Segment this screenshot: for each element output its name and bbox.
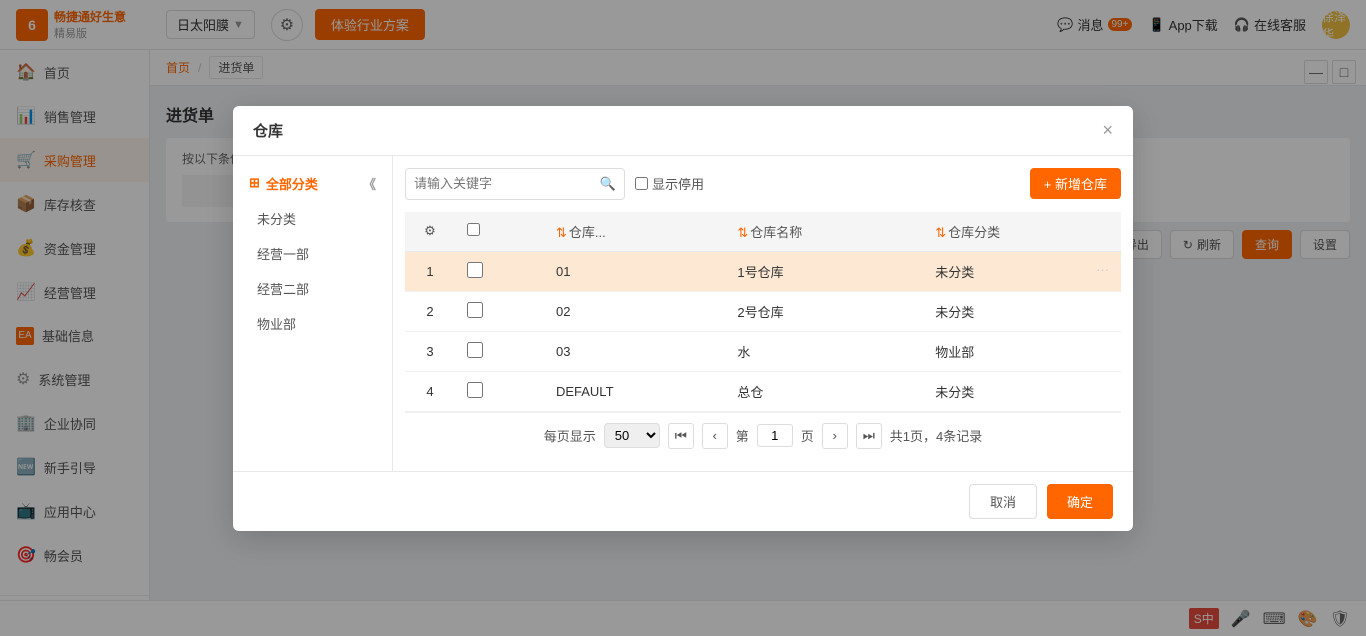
- show-disabled-checkbox[interactable]: [635, 177, 648, 190]
- select-all-checkbox[interactable]: [467, 223, 480, 236]
- sort-icon-category: ⇅: [935, 225, 946, 240]
- add-warehouse-button[interactable]: + 新增仓库: [1030, 168, 1121, 199]
- warehouse-table: ⚙ ⇅仓库... ⇅仓库名称: [405, 212, 1121, 412]
- row-code: 01: [544, 251, 725, 291]
- search-input-wrap: 🔍: [405, 168, 625, 200]
- page-input[interactable]: [757, 424, 793, 447]
- row-code: 02: [544, 291, 725, 331]
- row-category: 未分类: [923, 371, 1121, 411]
- row-name: 1号仓库: [725, 251, 923, 291]
- col-name: ⇅仓库名称: [725, 212, 923, 252]
- category-item-op2[interactable]: 经营二部: [233, 271, 392, 306]
- confirm-button[interactable]: 确定: [1047, 484, 1113, 519]
- row-name: 2号仓库: [725, 291, 923, 331]
- category-item-op1[interactable]: 经营一部: [233, 236, 392, 271]
- show-disabled-label[interactable]: 显示停用: [635, 174, 704, 193]
- dialog-header: 仓库 ×: [233, 106, 1133, 156]
- search-bar: 🔍 显示停用 + 新增仓库: [405, 168, 1121, 200]
- row-category: 未分类: [923, 291, 1121, 331]
- sort-icon-name: ⇅: [737, 225, 748, 240]
- col-code: ⇅仓库...: [544, 212, 725, 252]
- dialog-close-button[interactable]: ×: [1102, 120, 1113, 141]
- dialog-title: 仓库: [253, 120, 283, 141]
- table-row[interactable]: 1 01 1号仓库 未分类···: [405, 251, 1121, 291]
- modal-overlay[interactable]: 仓库 × ⊞ 全部分类 《 未分类 经营一部 经营二部 物业部: [0, 0, 1366, 636]
- col-index: ⚙: [405, 212, 455, 252]
- table-row[interactable]: 2 02 2号仓库 未分类: [405, 291, 1121, 331]
- table-row[interactable]: 4 DEFAULT 总仓 未分类: [405, 371, 1121, 411]
- per-page-label: 每页显示: [544, 426, 596, 445]
- row-code: DEFAULT: [544, 371, 725, 411]
- row-code: 03: [544, 331, 725, 371]
- col-checkbox: [455, 212, 544, 252]
- row-checkbox[interactable]: [467, 302, 483, 318]
- pagination-bar: 每页显示 10 20 50 100 ⏮ ‹ 第 页 › ⏭ 共1页，4条记录: [405, 412, 1121, 459]
- row-checkbox[interactable]: [467, 382, 483, 398]
- row-index: 2: [405, 291, 455, 331]
- page-label: 第: [736, 426, 749, 445]
- row-category: 物业部: [923, 331, 1121, 371]
- row-checkbox[interactable]: [467, 262, 483, 278]
- sort-icon-code: ⇅: [556, 225, 567, 240]
- table-row[interactable]: 3 03 水 物业部: [405, 331, 1121, 371]
- table-panel: 🔍 显示停用 + 新增仓库 ⚙: [393, 156, 1133, 471]
- row-index: 4: [405, 371, 455, 411]
- col-category: ⇅仓库分类: [923, 212, 1121, 252]
- last-page-button[interactable]: ⏭: [856, 423, 882, 449]
- settings-col-icon: ⚙: [424, 223, 436, 238]
- row-checkbox-cell: [455, 251, 544, 291]
- table-header: ⚙ ⇅仓库... ⇅仓库名称: [405, 212, 1121, 252]
- cancel-button[interactable]: 取消: [969, 484, 1037, 519]
- row-actions-icon[interactable]: ···: [1096, 262, 1109, 277]
- category-all-label: 全部分类: [266, 174, 318, 193]
- row-index: 1: [405, 251, 455, 291]
- category-panel: ⊞ 全部分类 《 未分类 经营一部 经营二部 物业部: [233, 156, 393, 471]
- category-header[interactable]: ⊞ 全部分类 《: [233, 166, 392, 201]
- dialog-footer: 取消 确定: [233, 471, 1133, 531]
- dialog-body: ⊞ 全部分类 《 未分类 经营一部 经营二部 物业部 🔍: [233, 156, 1133, 471]
- row-index: 3: [405, 331, 455, 371]
- first-page-button[interactable]: ⏮: [668, 423, 694, 449]
- total-info: 共1页，4条记录: [890, 426, 982, 445]
- row-category: 未分类···: [923, 251, 1121, 291]
- row-checkbox-cell: [455, 291, 544, 331]
- collapse-icon[interactable]: 《: [363, 174, 376, 193]
- per-page-select[interactable]: 10 20 50 100: [604, 423, 660, 448]
- category-item-property[interactable]: 物业部: [233, 306, 392, 341]
- next-page-button[interactable]: ›: [822, 423, 848, 449]
- search-icon[interactable]: 🔍: [600, 176, 616, 192]
- row-checkbox[interactable]: [467, 342, 483, 358]
- page-unit: 页: [801, 426, 814, 445]
- row-name: 水: [725, 331, 923, 371]
- grid-icon: ⊞: [249, 175, 260, 191]
- category-item-unclassified[interactable]: 未分类: [233, 201, 392, 236]
- row-checkbox-cell: [455, 371, 544, 411]
- row-name: 总仓: [725, 371, 923, 411]
- warehouse-dialog: 仓库 × ⊞ 全部分类 《 未分类 经营一部 经营二部 物业部: [233, 106, 1133, 531]
- search-input[interactable]: [414, 176, 600, 191]
- table-body: 1 01 1号仓库 未分类··· 2 02 2号仓库: [405, 251, 1121, 411]
- prev-page-button[interactable]: ‹: [702, 423, 728, 449]
- table-scroll-area: ⚙ ⇅仓库... ⇅仓库名称: [405, 212, 1121, 412]
- row-checkbox-cell: [455, 331, 544, 371]
